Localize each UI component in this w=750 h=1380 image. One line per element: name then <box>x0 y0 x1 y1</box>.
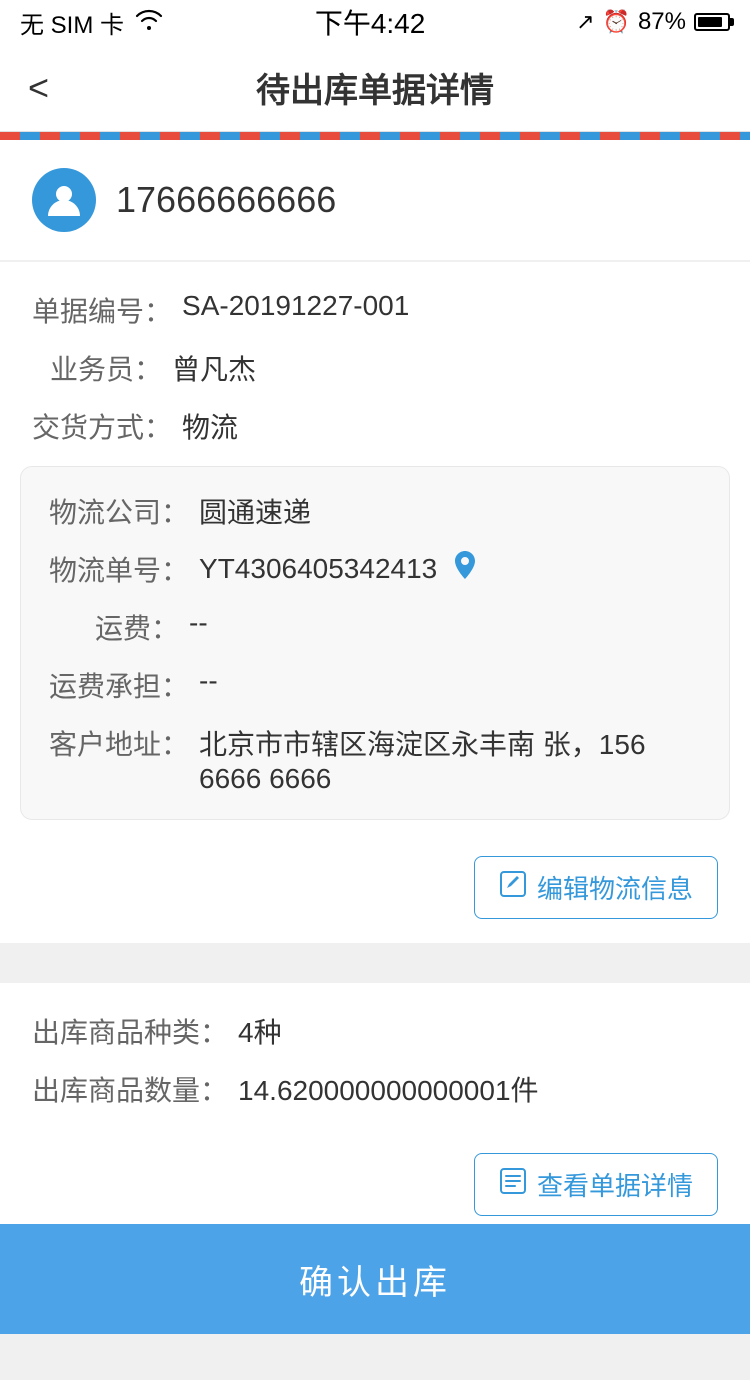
goods-types-value: 4种 <box>238 1011 718 1051</box>
status-right: ↗ ⏰ 87% <box>576 8 730 36</box>
detail-icon <box>499 1167 527 1202</box>
freight-bear-value: -- <box>199 665 701 697</box>
edit-btn-row: 编辑物流信息 <box>0 840 750 943</box>
goods-quantity-label: 出库商品数量： <box>32 1069 228 1109</box>
goods-types-label: 出库商品种类： <box>32 1011 228 1051</box>
confirm-btn-bar[interactable]: 确认出库 <box>0 1224 750 1334</box>
logistics-company-value: 圆通速递 <box>199 491 701 531</box>
goods-quantity-value: 14.620000000000001件 <box>238 1069 718 1109</box>
freight-bear-row: 运费承担： -- <box>49 665 701 705</box>
goods-section: 出库商品种类： 4种 出库商品数量： 14.620000000000001件 查… <box>0 983 750 1240</box>
logistics-company-label: 物流公司： <box>49 491 189 531</box>
freight-bear-label: 运费承担： <box>49 665 189 705</box>
nav-bar: < 待出库单据详情 <box>0 44 750 132</box>
address-row: 客户地址： 北京市市辖区海淀区永丰南 张，156 6666 6666 <box>49 723 701 795</box>
location-status-icon: ↗ <box>576 9 594 35</box>
freight-row: 运费： -- <box>49 607 701 647</box>
detail-btn-label: 查看单据详情 <box>537 1166 693 1203</box>
alarm-icon: ⏰ <box>603 9 630 35</box>
battery-icon <box>694 13 730 31</box>
tracking-location-icon[interactable] <box>449 549 481 589</box>
address-value: 北京市市辖区海淀区永丰南 张，156 6666 6666 <box>199 723 701 795</box>
basic-info-section: 单据编号： SA-20191227-001 业务员： 曾凡杰 交货方式： 物流 … <box>0 262 750 943</box>
freight-label: 运费： <box>49 607 179 647</box>
edit-icon <box>499 870 527 905</box>
status-left: 无 SIM 卡 <box>20 5 164 40</box>
logistics-card: 物流公司： 圆通速递 物流单号： YT4306405342413 运费： -- … <box>20 466 730 820</box>
salesman-row: 业务员： 曾凡杰 <box>32 348 718 388</box>
doc-no-row: 单据编号： SA-20191227-001 <box>32 290 718 330</box>
goods-quantity-row: 出库商品数量： 14.620000000000001件 <box>32 1069 718 1109</box>
logistics-tracking-value: YT4306405342413 <box>199 549 701 589</box>
divider-1 <box>0 963 750 983</box>
address-label: 客户地址： <box>49 723 189 763</box>
phone-number: 17666666666 <box>116 179 336 221</box>
carrier-text: 无 SIM 卡 <box>20 5 124 40</box>
delivery-value: 物流 <box>182 406 718 446</box>
page-title: 待出库单据详情 <box>256 63 494 112</box>
wifi-icon <box>134 8 164 37</box>
salesman-label: 业务员： <box>32 348 162 388</box>
header-card: 17666666666 <box>0 140 750 260</box>
avatar <box>32 168 96 232</box>
deco-line <box>0 132 750 140</box>
delivery-label: 交货方式： <box>32 406 172 446</box>
battery-percent: 87% <box>638 8 686 36</box>
logistics-tracking-row: 物流单号： YT4306405342413 <box>49 549 701 589</box>
logistics-company-row: 物流公司： 圆通速递 <box>49 491 701 531</box>
edit-btn-label: 编辑物流信息 <box>537 869 693 906</box>
view-detail-button[interactable]: 查看单据详情 <box>474 1153 718 1216</box>
freight-value: -- <box>189 607 701 639</box>
doc-no-value: SA-20191227-001 <box>182 290 718 322</box>
status-bar: 无 SIM 卡 下午4:42 ↗ ⏰ 87% <box>0 0 750 44</box>
status-time: 下午4:42 <box>315 2 426 42</box>
delivery-row: 交货方式： 物流 <box>32 406 718 446</box>
salesman-value: 曾凡杰 <box>172 348 718 388</box>
edit-logistics-button[interactable]: 编辑物流信息 <box>474 856 718 919</box>
back-button[interactable]: < <box>28 67 49 109</box>
confirm-btn-label: 确认出库 <box>299 1255 451 1304</box>
goods-types-row: 出库商品种类： 4种 <box>32 1011 718 1051</box>
logistics-tracking-label: 物流单号： <box>49 549 189 589</box>
doc-no-label: 单据编号： <box>32 290 172 330</box>
